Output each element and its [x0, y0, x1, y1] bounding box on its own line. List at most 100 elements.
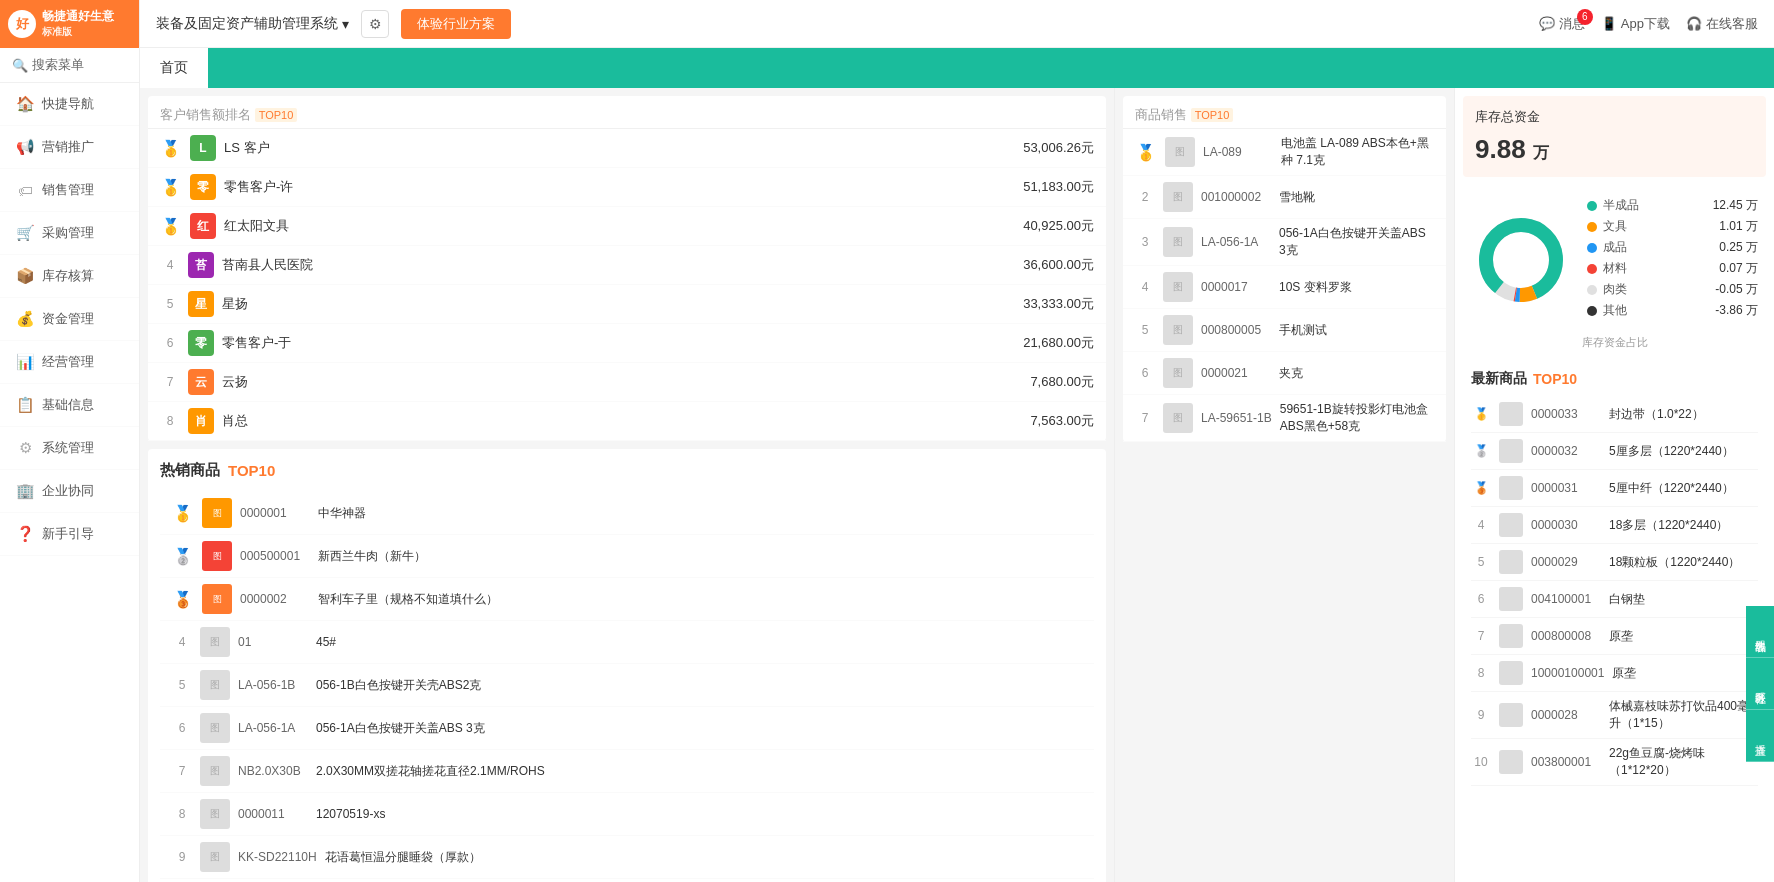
- legend-dot: [1587, 306, 1597, 316]
- product-sales-list: 🥇 图 LA-089 电池盖 LA-089 ABS本色+黑种 7.1克 2 图 …: [1123, 129, 1446, 442]
- search-label: 搜索菜单: [32, 56, 84, 74]
- trial-button[interactable]: 体验行业方案: [401, 9, 511, 39]
- hot-products-label: 热销商品: [160, 461, 220, 480]
- sidebar-item-inventory[interactable]: 📦 库存核算: [0, 255, 139, 298]
- avatar: 云: [188, 369, 214, 395]
- product-code: 0000029: [1531, 555, 1601, 569]
- rank-number: 7: [160, 375, 180, 389]
- online-service-button[interactable]: 🎧 在线客服: [1686, 15, 1758, 33]
- product-code: 0000030: [1531, 518, 1601, 532]
- product-code: 000800005: [1201, 323, 1271, 337]
- table-row: 8 肖 肖总 7,563.00元: [148, 402, 1106, 441]
- page-content: 客户销售额排名 TOP10 🥇 L LS 客户 53,006.26元 🥇 零 零…: [140, 88, 1774, 882]
- product-sales-header: 商品销售 TOP10: [1123, 96, 1446, 129]
- sidebar-item-marketing[interactable]: 📢 营销推广: [0, 126, 139, 169]
- legend-value: -0.05 万: [1715, 281, 1758, 298]
- product-name: 新西兰牛肉（新牛）: [318, 548, 1082, 565]
- sidebar-item-purchase[interactable]: 🛒 采购管理: [0, 212, 139, 255]
- product-code: 0000033: [1531, 407, 1601, 421]
- inventory-title-label: 库存总资金: [1475, 109, 1540, 124]
- product-code: 0000011: [238, 807, 308, 821]
- app-download-button[interactable]: 📱 App下载: [1601, 15, 1670, 33]
- topbar-actions: 💬 消息 6 📱 App下载 🎧 在线客服: [1539, 15, 1758, 33]
- list-item: 8 图 0000011 12070519-xs: [160, 793, 1094, 836]
- list-item: 🥇 图 0000001 中华神器: [160, 492, 1094, 535]
- live-button[interactable]: 直播: [1746, 710, 1774, 762]
- product-image: 图: [1163, 403, 1193, 433]
- list-item: 4 图 0000017 10S 变料罗浆: [1123, 266, 1446, 309]
- product-code: 001000002: [1201, 190, 1271, 204]
- avatar: L: [190, 135, 216, 161]
- rank-medal: 🥇: [172, 502, 194, 524]
- product-sales-title: 商品销售 TOP10: [1135, 106, 1233, 124]
- sidebar-item-basic-info[interactable]: 📋 基础信息: [0, 384, 139, 427]
- sidebar-item-enterprise[interactable]: 🏢 企业协同: [0, 470, 139, 513]
- legend-label: 其他: [1603, 302, 1709, 319]
- product-code: 000500001: [240, 549, 310, 563]
- customer-name: 零售客户-许: [224, 178, 1015, 196]
- rank-number: 2: [1135, 190, 1155, 204]
- customer-amount: 21,680.00元: [1023, 334, 1094, 352]
- customer-ranking-section: 客户销售额排名 TOP10 🥇 L LS 客户 53,006.26元 🥇 零 零…: [148, 96, 1106, 441]
- list-item: 4 0000030 18多层（1220*2440）: [1471, 507, 1758, 544]
- sidebar-item-system[interactable]: ⚙ 系统管理: [0, 427, 139, 470]
- rank-number: 6: [160, 336, 180, 350]
- customer-amount: 36,600.00元: [1023, 256, 1094, 274]
- settings-button[interactable]: ⚙: [361, 10, 389, 38]
- rank-number: 🥈: [1471, 444, 1491, 458]
- product-name: 12070519-xs: [316, 807, 1082, 821]
- inventory-summary: 库存总资金 9.88 万: [1463, 96, 1766, 177]
- svg-point-1: [1486, 225, 1556, 295]
- sidebar-item-label: 库存核算: [42, 267, 94, 285]
- product-image: 图: [1163, 358, 1193, 388]
- product-code: 0000017: [1201, 280, 1271, 294]
- table-row: 5 星 星扬 33,333.00元: [148, 285, 1106, 324]
- donut-chart: [1471, 210, 1571, 310]
- main-wrapper: 装备及固定资产辅助管理系统 ▾ ⚙ 体验行业方案 💬 消息 6 📱 App下载 …: [140, 0, 1774, 882]
- product-code: 0000021: [1201, 366, 1271, 380]
- product-name: 原垄: [1609, 628, 1758, 645]
- legend-dot: [1587, 243, 1597, 253]
- customer-amount: 33,333.00元: [1023, 295, 1094, 313]
- tab-home[interactable]: 首页: [140, 48, 208, 88]
- product-image: [1499, 550, 1523, 574]
- sidebar-item-sales[interactable]: 🏷 销售管理: [0, 169, 139, 212]
- ops-icon: 📊: [16, 353, 34, 371]
- customer-ranking-title: 客户销售额排名 TOP10: [160, 106, 297, 124]
- chart-subtitle: 库存资金占比: [1455, 335, 1774, 358]
- product-code: KK-SD22110H: [238, 850, 317, 864]
- customer-name: 星扬: [222, 295, 1015, 313]
- product-image: [1499, 513, 1523, 537]
- sidebar-item-guide[interactable]: ❓ 新手引导: [0, 513, 139, 556]
- sidebar-item-label: 快捷导航: [42, 95, 94, 113]
- list-item: 🥇 图 LA-089 电池盖 LA-089 ABS本色+黑种 7.1克: [1123, 129, 1446, 176]
- purchase-icon: 🛒: [16, 224, 34, 242]
- sidebar-search[interactable]: 🔍 搜索菜单: [0, 48, 139, 83]
- sidebar-item-finance[interactable]: 💰 资金管理: [0, 298, 139, 341]
- product-code: LA-056-1B: [238, 678, 308, 692]
- new-products-badge: TOP10: [1533, 371, 1577, 387]
- product-code: LA-089: [1203, 145, 1273, 159]
- sidebar-item-label: 销售管理: [42, 181, 94, 199]
- sidebar-item-operations[interactable]: 📊 经营管理: [0, 341, 139, 384]
- customer-name: 红太阳文具: [224, 217, 1015, 235]
- inventory-title: 库存总资金: [1475, 108, 1754, 126]
- product-image: 图: [1163, 315, 1193, 345]
- app-download-label: App下载: [1621, 15, 1670, 33]
- customer-service-button[interactable]: 客服热线: [1746, 606, 1774, 658]
- rank-medal: 🥉: [172, 588, 194, 610]
- customer-ranking-header: 客户销售额排名 TOP10: [148, 96, 1106, 129]
- product-image: 图: [1165, 137, 1195, 167]
- sidebar-item-quick-nav[interactable]: 🏠 快捷导航: [0, 83, 139, 126]
- product-code: LA-056-1A: [238, 721, 308, 735]
- legend-label: 肉类: [1603, 281, 1709, 298]
- service-community-button[interactable]: 服务社区: [1746, 658, 1774, 710]
- product-name: 2.0X30MM双搓花轴搓花直径2.1MM/ROHS: [316, 763, 1082, 780]
- product-name: 花语葛恒温分腿睡袋（厚款）: [325, 849, 1082, 866]
- left-column: 客户销售额排名 TOP10 🥇 L LS 客户 53,006.26元 🥇 零 零…: [140, 88, 1114, 882]
- product-code: NB2.0X30B: [238, 764, 308, 778]
- legend-dot: [1587, 285, 1597, 295]
- system-title-dropdown[interactable]: 装备及固定资产辅助管理系统 ▾: [156, 15, 349, 33]
- product-name: 45#: [316, 635, 1082, 649]
- messages-button[interactable]: 💬 消息 6: [1539, 15, 1585, 33]
